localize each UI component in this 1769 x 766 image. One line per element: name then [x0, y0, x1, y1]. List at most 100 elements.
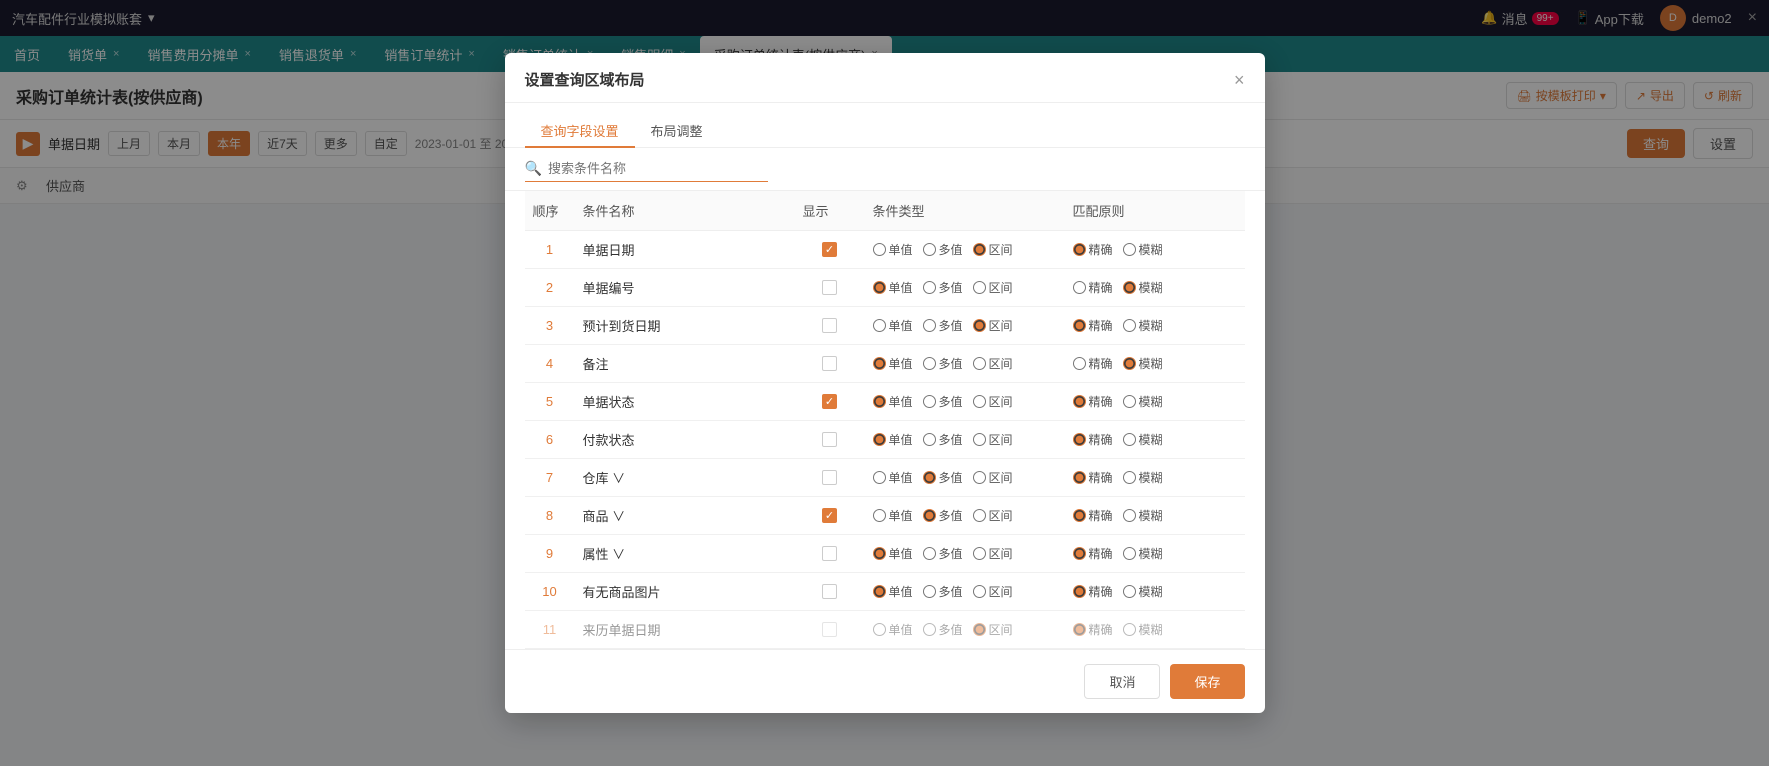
row-display-checkbox-7[interactable]: [795, 497, 865, 535]
radio-type-单值-9[interactable]: 单值: [873, 583, 913, 600]
checkbox-unchecked-3[interactable]: [822, 356, 837, 371]
radio-type-单值-2[interactable]: 单值: [873, 317, 913, 334]
radio-match-模糊-6[interactable]: 模糊: [1123, 469, 1163, 486]
radio-match-模糊-9[interactable]: 模糊: [1123, 583, 1163, 600]
row-type-5: 单值多值区间: [865, 421, 1065, 459]
modal-close-btn[interactable]: ×: [1234, 71, 1245, 89]
modal-tab-field-settings[interactable]: 查询字段设置: [525, 115, 635, 148]
checkbox-unchecked-5[interactable]: [822, 432, 837, 447]
row-display-checkbox-2[interactable]: [795, 307, 865, 345]
modal-title: 设置查询区域布局: [525, 69, 645, 90]
radio-type-多值-7[interactable]: 多值: [923, 507, 963, 524]
checkbox-unchecked-1[interactable]: [822, 280, 837, 295]
radio-type-区间-4[interactable]: 区间: [973, 393, 1013, 410]
radio-type-单值-4[interactable]: 单值: [873, 393, 913, 410]
radio-type-区间-5[interactable]: 区间: [973, 431, 1013, 448]
radio-type-多值-6[interactable]: 多值: [923, 469, 963, 486]
row-name-1: 单据编号: [575, 269, 795, 307]
row-match-7: 精确模糊: [1065, 497, 1245, 535]
radio-match-精确-4[interactable]: 精确: [1073, 393, 1113, 410]
radio-type-多值-10[interactable]: 多值: [923, 621, 963, 638]
save-button[interactable]: 保存: [1170, 664, 1244, 699]
radio-match-精确-6[interactable]: 精确: [1073, 469, 1113, 486]
radio-type-区间-9[interactable]: 区间: [973, 583, 1013, 600]
radio-type-多值-8[interactable]: 多值: [923, 545, 963, 562]
row-match-6: 精确模糊: [1065, 459, 1245, 497]
radio-type-区间-8[interactable]: 区间: [973, 545, 1013, 562]
radio-match-精确-9[interactable]: 精确: [1073, 583, 1113, 600]
radio-type-多值-5[interactable]: 多值: [923, 431, 963, 448]
radio-type-区间-3[interactable]: 区间: [973, 355, 1013, 372]
checkbox-unchecked-8[interactable]: [822, 546, 837, 561]
radio-match-精确-8[interactable]: 精确: [1073, 545, 1113, 562]
radio-type-区间-2[interactable]: 区间: [973, 317, 1013, 334]
checkbox-unchecked-6[interactable]: [822, 470, 837, 485]
radio-match-模糊-1[interactable]: 模糊: [1123, 279, 1163, 296]
checkbox-checked-0[interactable]: [822, 242, 837, 257]
row-display-checkbox-4[interactable]: [795, 383, 865, 421]
radio-type-单值-7[interactable]: 单值: [873, 507, 913, 524]
radio-match-模糊-2[interactable]: 模糊: [1123, 317, 1163, 334]
radio-type-单值-6[interactable]: 单值: [873, 469, 913, 486]
row-order-10: 11: [525, 611, 575, 649]
radio-type-单值-5[interactable]: 单值: [873, 431, 913, 448]
row-match-3: 精确模糊: [1065, 345, 1245, 383]
row-match-4: 精确模糊: [1065, 383, 1245, 421]
search-input[interactable]: [548, 161, 768, 176]
row-type-10: 单值多值区间: [865, 611, 1065, 649]
row-display-checkbox-1[interactable]: [795, 269, 865, 307]
modal-search-area: 🔍: [505, 148, 1265, 191]
radio-type-多值-4[interactable]: 多值: [923, 393, 963, 410]
checkbox-checked-4[interactable]: [822, 394, 837, 409]
row-display-checkbox-6[interactable]: [795, 459, 865, 497]
modal-table-wrap: 顺序 条件名称 显示 条件类型 匹配原则 1单据日期单值多值区间精确模糊2单据编…: [505, 191, 1265, 649]
radio-match-模糊-7[interactable]: 模糊: [1123, 507, 1163, 524]
radio-type-单值-10[interactable]: 单值: [873, 621, 913, 638]
radio-match-精确-7[interactable]: 精确: [1073, 507, 1113, 524]
row-display-checkbox-5[interactable]: [795, 421, 865, 459]
radio-match-模糊-3[interactable]: 模糊: [1123, 355, 1163, 372]
radio-type-单值-1[interactable]: 单值: [873, 279, 913, 296]
radio-type-区间-7[interactable]: 区间: [973, 507, 1013, 524]
radio-match-模糊-10[interactable]: 模糊: [1123, 621, 1163, 638]
checkbox-checked-7[interactable]: [822, 508, 837, 523]
row-name-10: 来历单据日期: [575, 611, 795, 649]
row-display-checkbox-10[interactable]: [795, 611, 865, 649]
col-header-order: 顺序: [525, 191, 575, 231]
radio-match-模糊-5[interactable]: 模糊: [1123, 431, 1163, 448]
row-display-checkbox-9[interactable]: [795, 573, 865, 611]
checkbox-unchecked-10[interactable]: [822, 622, 837, 637]
radio-type-单值-8[interactable]: 单值: [873, 545, 913, 562]
radio-type-单值-3[interactable]: 单值: [873, 355, 913, 372]
cancel-button[interactable]: 取消: [1084, 664, 1160, 699]
radio-type-多值-9[interactable]: 多值: [923, 583, 963, 600]
radio-type-区间-1[interactable]: 区间: [973, 279, 1013, 296]
radio-type-区间-6[interactable]: 区间: [973, 469, 1013, 486]
row-display-checkbox-8[interactable]: [795, 535, 865, 573]
radio-match-精确-2[interactable]: 精确: [1073, 317, 1113, 334]
radio-type-区间-10[interactable]: 区间: [973, 621, 1013, 638]
radio-match-精确-0[interactable]: 精确: [1073, 241, 1113, 258]
row-type-1: 单值多值区间: [865, 269, 1065, 307]
radio-match-精确-5[interactable]: 精确: [1073, 431, 1113, 448]
modal-tab-layout-adjust[interactable]: 布局调整: [635, 115, 719, 148]
checkbox-unchecked-9[interactable]: [822, 584, 837, 599]
radio-type-单值-0[interactable]: 单值: [873, 241, 913, 258]
radio-type-多值-0[interactable]: 多值: [923, 241, 963, 258]
radio-type-区间-0[interactable]: 区间: [973, 241, 1013, 258]
radio-type-多值-2[interactable]: 多值: [923, 317, 963, 334]
radio-match-模糊-0[interactable]: 模糊: [1123, 241, 1163, 258]
radio-type-多值-1[interactable]: 多值: [923, 279, 963, 296]
radio-match-精确-3[interactable]: 精确: [1073, 355, 1113, 372]
radio-match-模糊-4[interactable]: 模糊: [1123, 393, 1163, 410]
radio-match-模糊-8[interactable]: 模糊: [1123, 545, 1163, 562]
row-name-6: 仓库 ∨: [575, 459, 795, 497]
table-row: 9属性 ∨单值多值区间精确模糊: [525, 535, 1245, 573]
radio-type-多值-3[interactable]: 多值: [923, 355, 963, 372]
row-display-checkbox-0[interactable]: [795, 231, 865, 269]
radio-match-精确-1[interactable]: 精确: [1073, 279, 1113, 296]
row-type-8: 单值多值区间: [865, 535, 1065, 573]
row-display-checkbox-3[interactable]: [795, 345, 865, 383]
radio-match-精确-10[interactable]: 精确: [1073, 621, 1113, 638]
checkbox-unchecked-2[interactable]: [822, 318, 837, 333]
